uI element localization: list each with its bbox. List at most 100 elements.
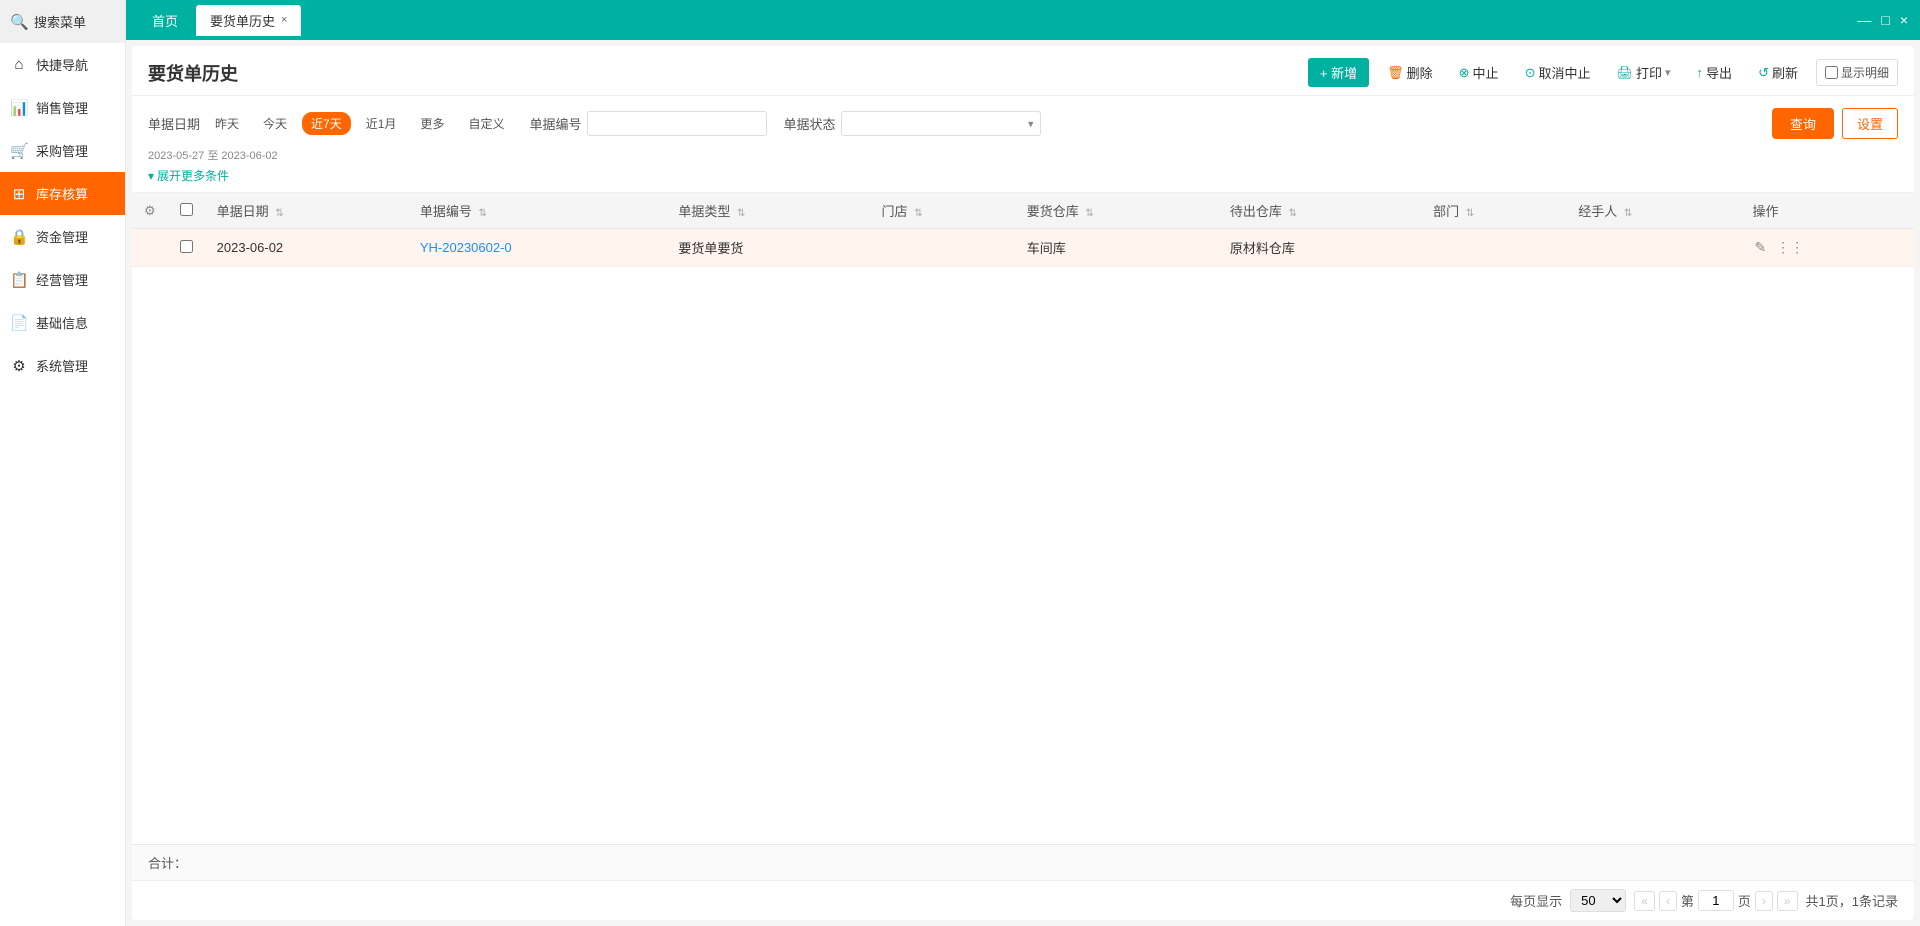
print-button[interactable]: 🖨 打印 ▾	[1608, 59, 1678, 86]
print-label: 打印	[1636, 63, 1662, 82]
row-store-cell	[870, 229, 1015, 267]
bill-no-input[interactable]	[587, 111, 767, 136]
display-detail-button[interactable]: 显示明细	[1816, 59, 1898, 86]
date-btn-7days[interactable]: 近7天	[302, 112, 351, 135]
table-settings-col: ⚙	[132, 193, 168, 229]
col-target-warehouse-label: 待出仓库	[1230, 204, 1282, 219]
current-page-input[interactable]	[1698, 890, 1734, 911]
cancel-suspend-button[interactable]: ⊙ 取消中止	[1517, 59, 1599, 86]
new-button[interactable]: + 新增	[1308, 58, 1369, 87]
cancel-suspend-icon: ⊙	[1525, 65, 1536, 81]
date-btn-today[interactable]: 今天	[254, 112, 296, 135]
print-arrow-icon: ▾	[1665, 66, 1671, 79]
sidebar-item-label: 系统管理	[36, 356, 88, 375]
filter-status: 单据状态	[783, 111, 1041, 136]
sort-handler-icon[interactable]: ⇅	[1624, 208, 1632, 219]
sort-date-icon[interactable]: ⇅	[275, 208, 283, 219]
topbar: 首页 要货单历史 × — □ ×	[126, 0, 1920, 40]
filter-area: 单据日期 昨天 今天 近7天 近1月 更多 自定义 单据编号	[132, 96, 1914, 193]
row-dept-cell	[1421, 229, 1566, 267]
row-date-cell: 2023-06-02	[205, 229, 408, 267]
col-store-label: 门店	[882, 204, 908, 219]
window-close-icon[interactable]: ×	[1900, 12, 1908, 28]
status-select[interactable]	[841, 111, 1041, 136]
page-suffix: 页	[1738, 891, 1751, 910]
sidebar-item-finance[interactable]: 🔒 资金管理	[0, 215, 125, 258]
summary-label: 合计：	[148, 856, 187, 871]
table-settings-icon[interactable]: ⚙	[144, 203, 156, 218]
pagination-nav: « ‹ 第 页 › »	[1634, 890, 1797, 911]
date-btn-custom[interactable]: 自定义	[459, 112, 513, 135]
print-icon: 🖨	[1616, 65, 1633, 81]
tab-home[interactable]: 首页	[138, 5, 192, 36]
col-handler: 经手人 ⇅	[1566, 193, 1740, 229]
sidebar-item-sales[interactable]: 📊 销售管理	[0, 86, 125, 129]
sidebar-item-operation[interactable]: 📋 经营管理	[0, 258, 125, 301]
date-shortcuts: 昨天 今天 近7天 近1月 更多 自定义	[206, 112, 513, 135]
export-icon: ↑	[1697, 65, 1704, 80]
select-all-checkbox[interactable]	[180, 203, 193, 216]
delete-icon: 🗑	[1387, 65, 1404, 81]
col-no: 单据编号 ⇅	[408, 193, 666, 229]
sidebar-item-label: 经营管理	[36, 270, 88, 289]
sidebar-item-inventory[interactable]: ⊞ 库存核算	[0, 172, 125, 215]
date-btn-yesterday[interactable]: 昨天	[206, 112, 248, 135]
per-page-label: 每页显示	[1510, 891, 1562, 910]
date-range-display: 2023-05-27 至 2023-06-02	[148, 147, 1898, 163]
col-type: 单据类型 ⇅	[666, 193, 869, 229]
row-checkbox[interactable]	[180, 240, 193, 253]
refresh-button[interactable]: ↺ 刷新	[1750, 59, 1806, 86]
sort-target-warehouse-icon[interactable]: ⇅	[1289, 208, 1297, 219]
topbar-right: — □ ×	[1857, 12, 1908, 28]
display-detail-checkbox[interactable]	[1825, 66, 1838, 79]
sort-warehouse-icon[interactable]: ⇅	[1085, 208, 1093, 219]
bill-no-label: 单据编号	[529, 114, 581, 133]
display-detail-label: 显示明细	[1841, 64, 1889, 81]
tab-close-icon[interactable]: ×	[281, 14, 287, 26]
last-page-button[interactable]: »	[1777, 891, 1798, 911]
row-more-icon[interactable]: ⋮⋮	[1774, 237, 1806, 258]
prev-page-button[interactable]: ‹	[1659, 891, 1677, 911]
page-total: 共1页，1条记录	[1806, 891, 1898, 910]
suspend-button[interactable]: ⊗ 中止	[1451, 59, 1507, 86]
date-btn-more[interactable]: 更多	[411, 112, 453, 135]
table-row: 2023-06-02 YH-20230602-0 要货单要货 车间库 原材料仓库	[132, 229, 1914, 267]
sidebar-item-purchase[interactable]: 🛒 采购管理	[0, 129, 125, 172]
pagination-bar: 每页显示 50 100 200 « ‹ 第 页 › » 共1页，1条记录	[132, 880, 1914, 920]
sort-store-icon[interactable]: ⇅	[914, 208, 922, 219]
purchase-icon: 🛒	[10, 142, 28, 160]
next-page-button[interactable]: ›	[1755, 891, 1773, 911]
col-warehouse-label: 要货仓库	[1027, 204, 1079, 219]
row-settings-cell	[132, 229, 168, 267]
window-minimize-icon[interactable]: —	[1857, 12, 1871, 28]
query-button[interactable]: 查询	[1772, 108, 1834, 139]
tab-active[interactable]: 要货单历史 ×	[196, 5, 301, 36]
export-button[interactable]: ↑ 导出	[1689, 59, 1741, 86]
sidebar-item-system[interactable]: ⚙ 系统管理	[0, 344, 125, 387]
col-store: 门店 ⇅	[870, 193, 1015, 229]
row-no-cell[interactable]: YH-20230602-0	[408, 229, 666, 267]
page-header: 要货单历史 + 新增 🗑 删除 ⊗ 中止 ⊙ 取消中止 🖨 打印	[132, 46, 1914, 96]
row-type-cell: 要货单要货	[666, 229, 869, 267]
settings-button[interactable]: 设置	[1842, 108, 1898, 139]
page-title: 要货单历史	[148, 60, 238, 86]
main-area: 首页 要货单历史 × — □ × 要货单历史 + 新增 🗑 删除 ⊗ 中	[126, 0, 1920, 926]
sidebar-item-label: 快捷导航	[36, 55, 88, 74]
sidebar-search[interactable]: 🔍 搜索菜单	[0, 0, 125, 43]
sort-no-icon[interactable]: ⇅	[479, 208, 487, 219]
window-maximize-icon[interactable]: □	[1881, 12, 1889, 28]
delete-button[interactable]: 🗑 删除	[1379, 59, 1441, 86]
col-handler-label: 经手人	[1578, 204, 1617, 219]
search-icon: 🔍	[10, 13, 28, 31]
sort-type-icon[interactable]: ⇅	[737, 208, 745, 219]
date-btn-1month[interactable]: 近1月	[357, 112, 406, 135]
row-edit-icon[interactable]: ✎	[1752, 237, 1768, 258]
sidebar-item-label: 销售管理	[36, 98, 88, 117]
expand-more-button[interactable]: ▾ 展开更多条件	[148, 167, 1898, 184]
per-page-select[interactable]: 50 100 200	[1570, 889, 1626, 912]
sort-dept-icon[interactable]: ⇅	[1466, 208, 1474, 219]
first-page-button[interactable]: «	[1634, 891, 1655, 911]
sidebar-item-home[interactable]: ⌂ 快捷导航	[0, 43, 125, 86]
row-no-link[interactable]: YH-20230602-0	[420, 240, 512, 255]
sidebar-item-base[interactable]: 📄 基础信息	[0, 301, 125, 344]
